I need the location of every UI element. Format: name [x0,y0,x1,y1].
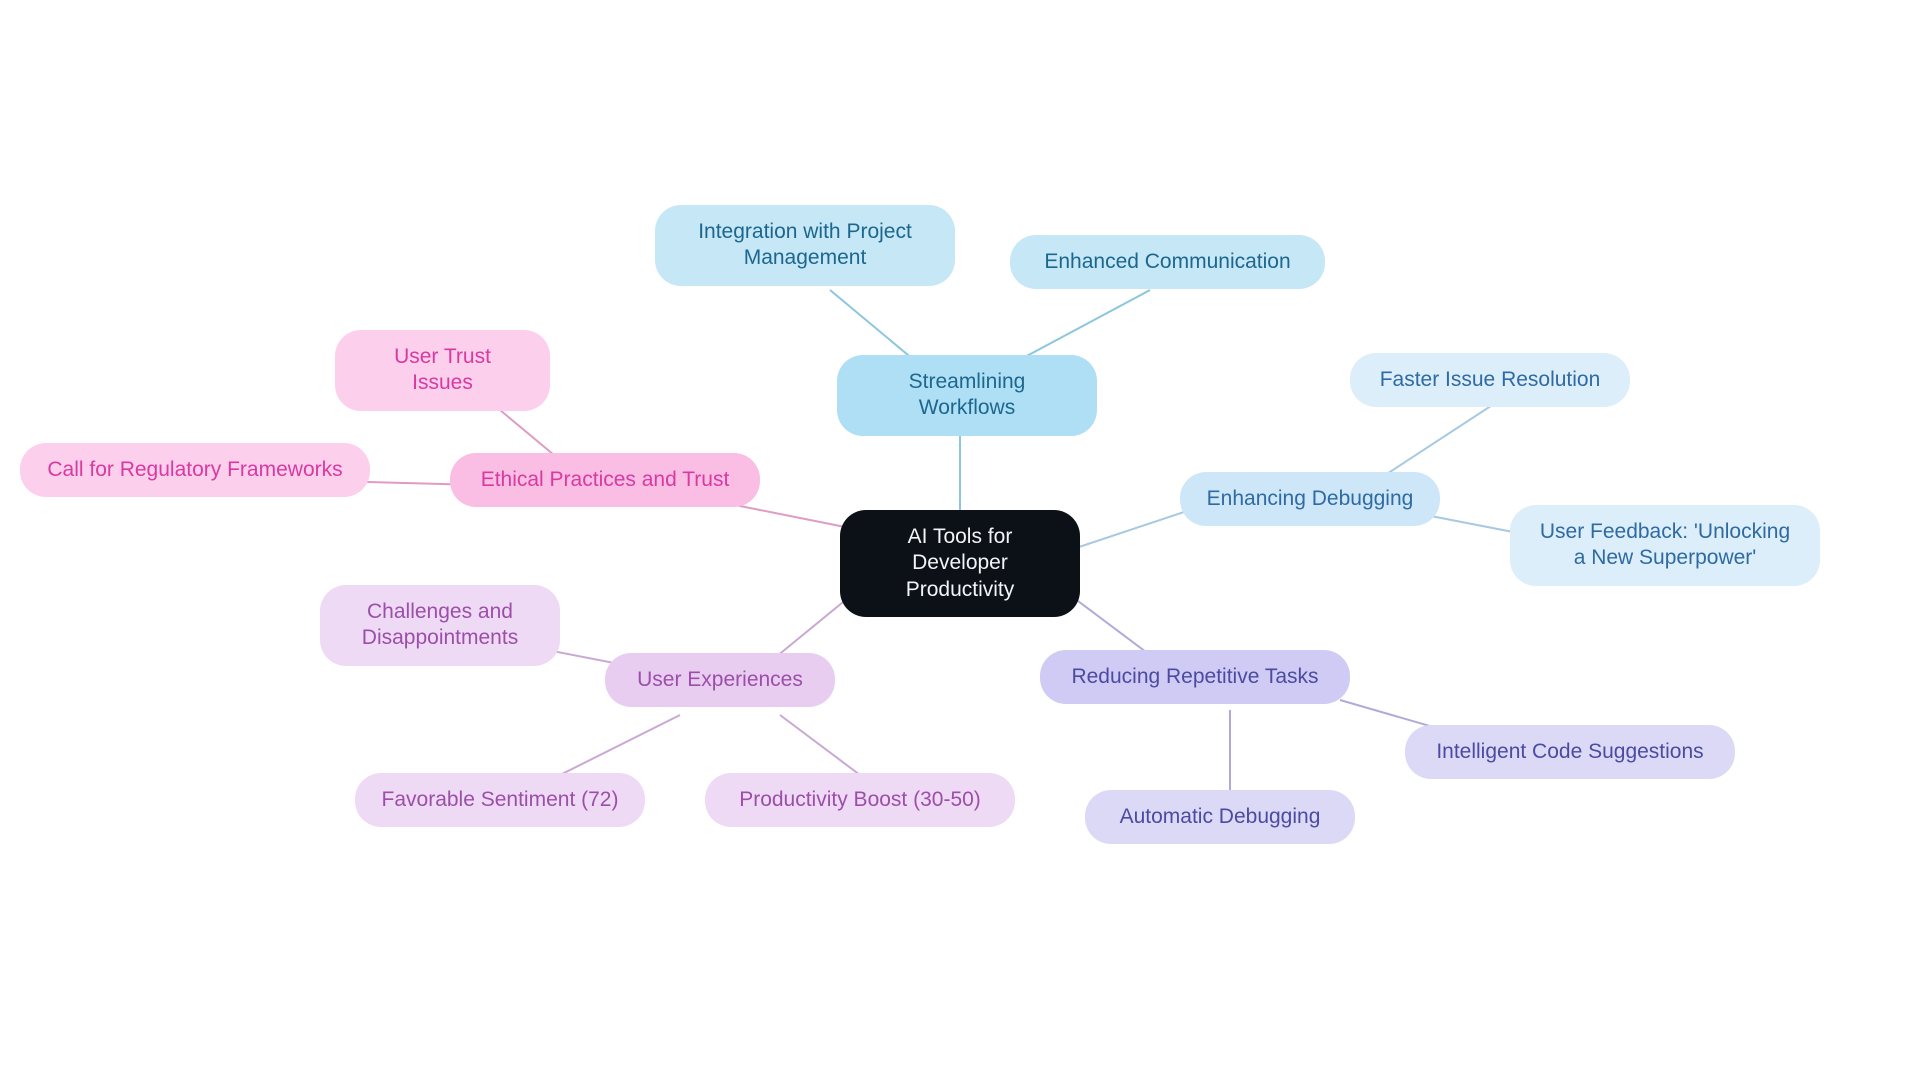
branch-debugging-label: Enhancing Debugging [1207,486,1414,512]
leaf-challenges[interactable]: Challenges and Disappointments [320,585,560,666]
branch-debugging[interactable]: Enhancing Debugging [1180,472,1440,526]
leaf-communication[interactable]: Enhanced Communication [1010,235,1325,289]
branch-ethics-label: Ethical Practices and Trust [481,467,730,493]
leaf-favorable-label: Favorable Sentiment (72) [382,787,619,813]
center-label: AI Tools for Developer Productivity [866,524,1054,603]
branch-workflows[interactable]: Streamlining Workflows [837,355,1097,436]
leaf-integration[interactable]: Integration with Project Management [655,205,955,286]
branch-repetitive-label: Reducing Repetitive Tasks [1071,664,1318,690]
leaf-regulatory[interactable]: Call for Regulatory Frameworks [20,443,370,497]
leaf-suggestions[interactable]: Intelligent Code Suggestions [1405,725,1735,779]
leaf-trust-label: User Trust Issues [361,344,524,397]
leaf-communication-label: Enhanced Communication [1044,249,1290,275]
leaf-integration-label: Integration with Project Management [681,219,929,272]
leaf-autodebug-label: Automatic Debugging [1120,804,1321,830]
leaf-feedback[interactable]: User Feedback: 'Unlocking a New Superpow… [1510,505,1820,586]
leaf-regulatory-label: Call for Regulatory Frameworks [47,457,342,483]
branch-experiences-label: User Experiences [637,667,803,693]
branch-workflows-label: Streamlining Workflows [863,369,1071,422]
leaf-favorable[interactable]: Favorable Sentiment (72) [355,773,645,827]
leaf-suggestions-label: Intelligent Code Suggestions [1436,739,1703,765]
leaf-faster-label: Faster Issue Resolution [1380,367,1601,393]
leaf-trust[interactable]: User Trust Issues [335,330,550,411]
leaf-challenges-label: Challenges and Disappointments [346,599,534,652]
leaf-feedback-label: User Feedback: 'Unlocking a New Superpow… [1536,519,1794,572]
branch-ethics[interactable]: Ethical Practices and Trust [450,453,760,507]
branch-repetitive[interactable]: Reducing Repetitive Tasks [1040,650,1350,704]
leaf-boost-label: Productivity Boost (30-50) [739,787,981,813]
center-node[interactable]: AI Tools for Developer Productivity [840,510,1080,617]
leaf-autodebug[interactable]: Automatic Debugging [1085,790,1355,844]
leaf-faster[interactable]: Faster Issue Resolution [1350,353,1630,407]
leaf-boost[interactable]: Productivity Boost (30-50) [705,773,1015,827]
branch-experiences[interactable]: User Experiences [605,653,835,707]
